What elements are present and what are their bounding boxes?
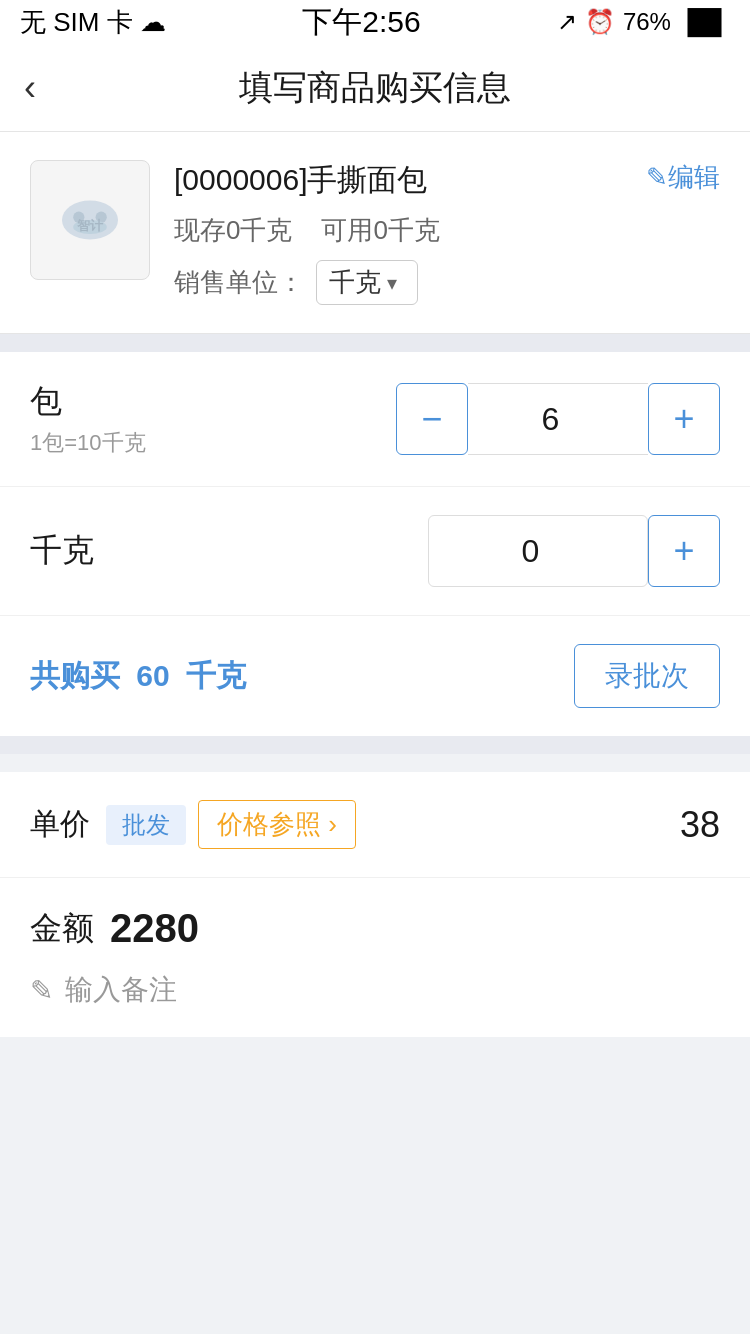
separator-1 [0, 334, 750, 352]
status-right: ↗ ⏰ 76% ▐█▌ [557, 8, 730, 36]
no-sim-text: 无 SIM 卡 ☁ [20, 5, 166, 40]
edit-remark-icon: ✎ [30, 974, 53, 1007]
remark-row[interactable]: ✎ 输入备注 [30, 971, 720, 1009]
product-info: [0000006]手撕面包 ✎编辑 现存0千克 可用0千克 销售单位： 千克 ▾ [174, 160, 720, 305]
product-name: [0000006]手撕面包 [174, 160, 427, 201]
total-amount: 60 [136, 659, 169, 692]
kg-label: 千克 [30, 529, 130, 573]
status-time: 下午2:56 [302, 2, 420, 43]
kg-quantity-input[interactable] [428, 515, 648, 587]
remark-placeholder: 输入备注 [65, 971, 177, 1009]
price-label: 单价 [30, 804, 90, 845]
bag-plus-button[interactable]: + [648, 383, 720, 455]
product-stock: 现存0千克 可用0千克 [174, 213, 720, 248]
bag-sub: 1包=10千克 [30, 428, 146, 458]
separator-2 [0, 736, 750, 754]
unit-value: 千克 [329, 265, 381, 300]
stock-text: 现存0千克 [174, 215, 292, 245]
kg-quantity-control: + [428, 515, 720, 587]
page-title: 填写商品购买信息 [239, 65, 511, 111]
product-thumbnail: 智计 [30, 160, 150, 280]
bag-row: 包 1包=10千克 − + [0, 352, 750, 487]
total-text: 共购买 60 千克 [30, 656, 246, 697]
status-left: 无 SIM 卡 ☁ [20, 5, 166, 40]
price-section: 单价 批发 价格参照 › 38 [0, 772, 750, 878]
form-section: 包 1包=10千克 − + 千克 + [0, 352, 750, 616]
product-unit-row: 销售单位： 千克 ▾ [174, 260, 720, 305]
bag-label: 包 [30, 380, 146, 424]
bag-label-group: 包 1包=10千克 [30, 380, 146, 458]
location-icon: ↗ [557, 8, 577, 36]
price-ref-button[interactable]: 价格参照 › [198, 800, 356, 849]
unit-label: 销售单位： [174, 265, 304, 300]
alarm-icon: ⏰ [585, 8, 615, 36]
total-prefix: 共购买 [30, 659, 120, 692]
available-text: 可用0千克 [321, 215, 439, 245]
kg-plus-button[interactable]: + [648, 515, 720, 587]
battery-text: 76% [623, 8, 671, 36]
dropdown-icon: ▾ [387, 271, 397, 295]
batch-button[interactable]: 录批次 [574, 644, 720, 708]
price-value: 38 [680, 804, 720, 846]
amount-label: 金额 [30, 907, 94, 951]
price-tag: 批发 [106, 805, 186, 845]
edit-button[interactable]: ✎编辑 [646, 160, 720, 195]
bag-quantity-control: − + [396, 383, 720, 455]
amount-value: 2280 [110, 906, 199, 951]
product-logo-icon: 智计 [55, 185, 125, 255]
bottom-space [0, 1037, 750, 1334]
product-card: 智计 [0000006]手撕面包 ✎编辑 现存0千克 可用0千克 销售单位： 千… [0, 132, 750, 334]
nav-bar: ‹ 填写商品购买信息 [0, 44, 750, 132]
kg-label-group: 千克 [30, 529, 130, 573]
price-row: 单价 批发 价格参照 › 38 [0, 772, 750, 878]
product-header: [0000006]手撕面包 ✎编辑 [174, 160, 720, 201]
total-unit: 千克 [186, 659, 246, 692]
total-row: 共购买 60 千克 录批次 [0, 616, 750, 736]
kg-row: 千克 + [0, 487, 750, 616]
svg-text:智计: 智计 [76, 218, 104, 233]
unit-select[interactable]: 千克 ▾ [316, 260, 418, 305]
amount-row: 金额 2280 [30, 906, 720, 951]
bag-minus-button[interactable]: − [396, 383, 468, 455]
bag-quantity-input[interactable] [468, 383, 648, 455]
content-area: 智计 [0000006]手撕面包 ✎编辑 现存0千克 可用0千克 销售单位： 千… [0, 132, 750, 1334]
back-button[interactable]: ‹ [24, 67, 36, 109]
battery-icon: ▐█▌ [679, 8, 730, 36]
status-bar: 无 SIM 卡 ☁ 下午2:56 ↗ ⏰ 76% ▐█▌ [0, 0, 750, 44]
amount-section: 金额 2280 ✎ 输入备注 [0, 878, 750, 1037]
